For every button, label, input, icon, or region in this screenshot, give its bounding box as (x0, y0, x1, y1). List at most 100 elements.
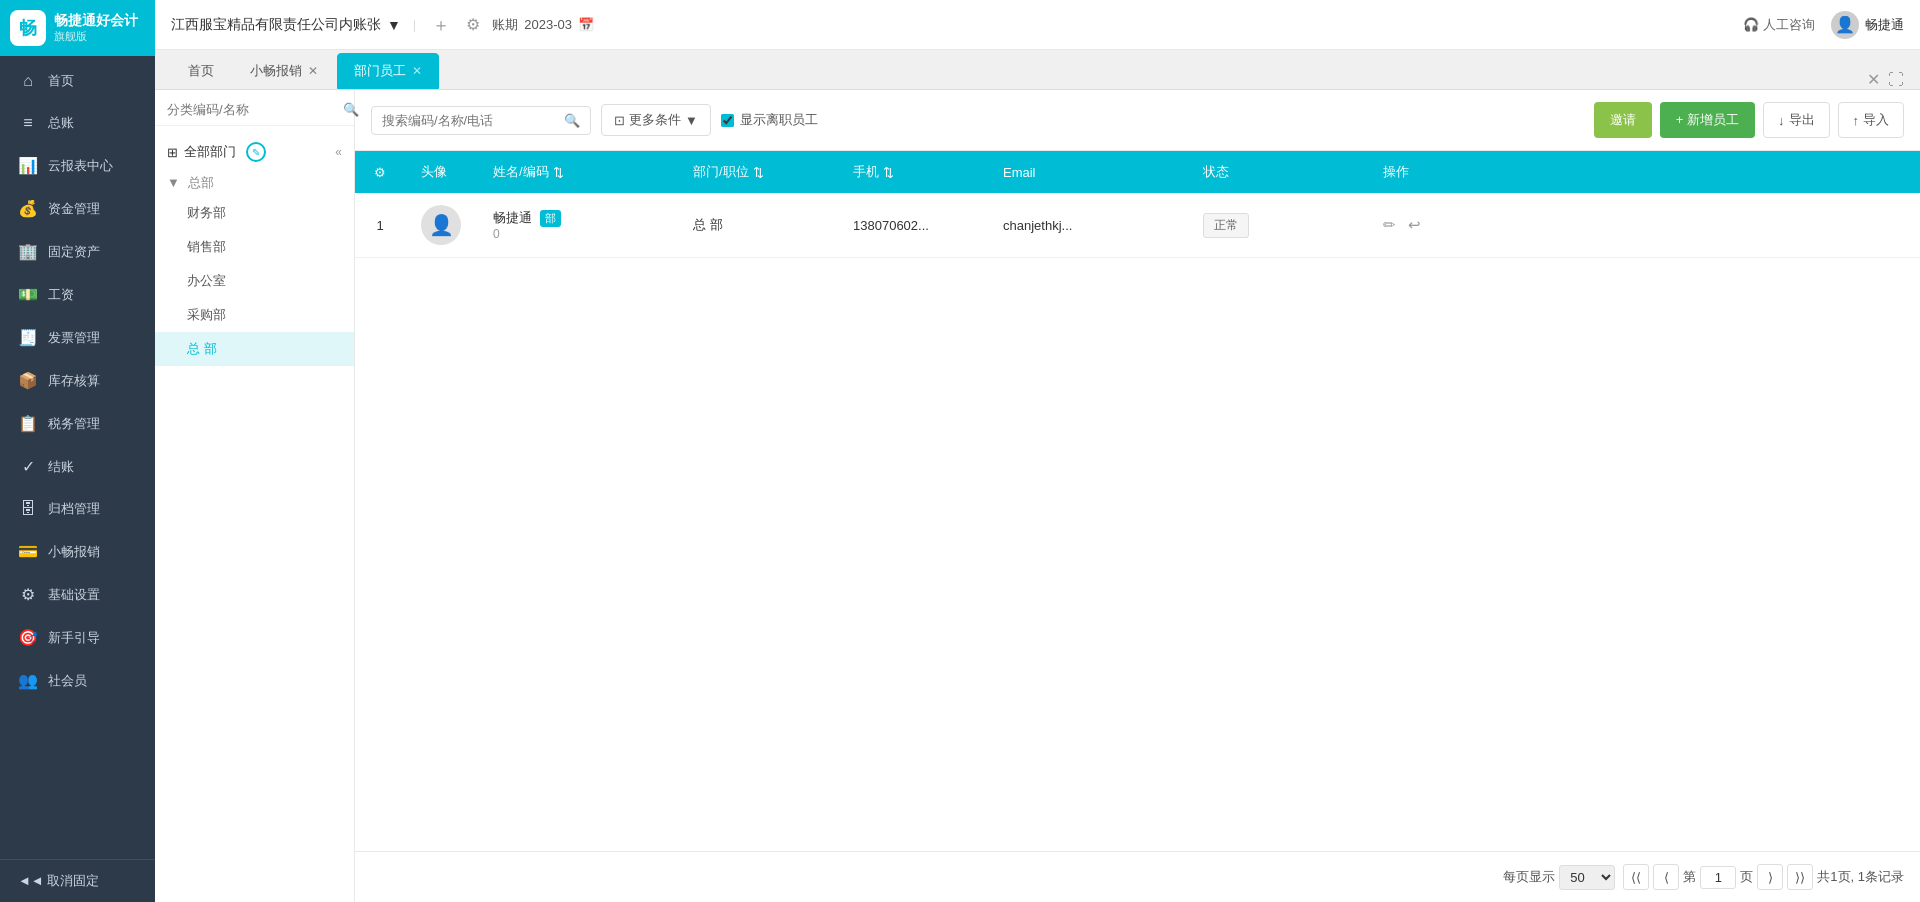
company-selector[interactable]: 江西服宝精品有限责任公司内账张 ▼ (171, 16, 401, 34)
row-status-cell: 正常 (1187, 193, 1367, 258)
edit-button[interactable]: ✏ (1383, 216, 1396, 233)
first-page-button[interactable]: ⟨⟨ (1623, 864, 1649, 890)
sidebar-item-funds[interactable]: 💰 资金管理 (0, 187, 155, 230)
grid-icon: ⊞ (167, 145, 178, 160)
tab-expense-close[interactable]: ✕ (308, 64, 318, 78)
tab-dept-emp-close[interactable]: ✕ (412, 64, 422, 78)
th-phone[interactable]: 手机 ⇅ (837, 151, 987, 193)
tab-dept-emp-label: 部门员工 (354, 62, 406, 80)
edit-badge[interactable]: ✎ (246, 142, 266, 162)
row-avatar-cell: 👤 (405, 193, 477, 258)
user-menu[interactable]: 👤 畅捷通 (1831, 11, 1904, 39)
invoice-icon: 🧾 (18, 328, 38, 347)
last-page-button[interactable]: ⟩⟩ (1787, 864, 1813, 890)
per-page-select[interactable]: 50 10 20 100 (1559, 865, 1615, 890)
period-display: 账期 2023-03 📅 (492, 16, 594, 34)
sidebar-item-tax[interactable]: 📋 税务管理 (0, 402, 155, 445)
sidebar-unpin-label: ◄◄ 取消固定 (18, 872, 99, 890)
sidebar-item-label: 小畅报销 (48, 543, 100, 561)
settings-icon: ⚙ (18, 585, 38, 604)
all-dept-item[interactable]: ⊞ 全部部门 ✎ « (155, 134, 354, 170)
company-name: 江西服宝精品有限责任公司内账张 (171, 16, 381, 34)
dept-item-purchase[interactable]: 采购部 (155, 298, 354, 332)
per-page-selector: 每页显示 50 10 20 100 (1503, 865, 1615, 890)
toolbar-right: 邀请 + 新增员工 ↓ 导出 ↑ 导入 (1594, 102, 1904, 138)
th-phone-label: 手机 (853, 163, 879, 181)
export-label: 导出 (1789, 111, 1815, 129)
gear-icon: ⚙ (374, 165, 386, 180)
delete-button[interactable]: ↩ (1408, 216, 1421, 233)
tab-dept-emp[interactable]: 部门员工 ✕ (337, 53, 439, 89)
expand-icon[interactable]: ▼ (167, 175, 180, 190)
import-icon: ↑ (1853, 113, 1860, 128)
dept-item-finance[interactable]: 财务部 (155, 196, 354, 230)
archive-icon: 🗄 (18, 500, 38, 518)
sidebar-item-reports[interactable]: 📊 云报表中心 (0, 144, 155, 187)
row-action-cell: ✏ ↩ (1367, 193, 1920, 258)
dept-search-input[interactable] (167, 102, 335, 117)
tab-expand-icon[interactable]: ⛶ (1888, 71, 1904, 89)
th-status: 状态 (1187, 151, 1367, 193)
dept-item-sales[interactable]: 销售部 (155, 230, 354, 264)
tab-expense[interactable]: 小畅报销 ✕ (233, 53, 335, 89)
sidebar-item-label: 归档管理 (48, 500, 100, 518)
sort-name-icon: ⇅ (553, 165, 564, 180)
employee-search-input[interactable] (382, 113, 558, 128)
th-gear[interactable]: ⚙ (355, 151, 405, 193)
collapse-icon[interactable]: « (335, 145, 342, 159)
support-button[interactable]: 🎧 人工咨询 (1743, 16, 1815, 34)
export-icon: ↓ (1778, 113, 1785, 128)
th-action: 操作 (1367, 151, 1920, 193)
company-dropdown-icon: ▼ (387, 17, 401, 33)
sidebar-item-member[interactable]: 👥 社会员 (0, 659, 155, 702)
sidebar-item-guide[interactable]: 🎯 新手引导 (0, 616, 155, 659)
th-status-label: 状态 (1203, 164, 1229, 179)
sidebar-item-label: 税务管理 (48, 415, 100, 433)
sidebar-item-expense[interactable]: 💳 小畅报销 (0, 530, 155, 573)
add-company-button[interactable]: ＋ (428, 13, 454, 37)
sort-phone-icon: ⇅ (883, 165, 894, 180)
sidebar-item-assets[interactable]: 🏢 固定资产 (0, 230, 155, 273)
dept-item-general[interactable]: 总 部 (155, 332, 354, 366)
dept-finance-label: 财务部 (187, 205, 226, 220)
invite-button[interactable]: 邀请 (1594, 102, 1652, 138)
sidebar-item-salary[interactable]: 💵 工资 (0, 273, 155, 316)
sidebar-item-inventory[interactable]: 📦 库存核算 (0, 359, 155, 402)
next-page-button[interactable]: ⟩ (1757, 864, 1783, 890)
sidebar-item-home[interactable]: ⌂ 首页 (0, 60, 155, 102)
th-name-label: 姓名/编码 (493, 163, 549, 181)
sidebar-item-invoice[interactable]: 🧾 发票管理 (0, 316, 155, 359)
assets-icon: 🏢 (18, 242, 38, 261)
th-dept[interactable]: 部门/职位 ⇅ (677, 151, 837, 193)
sidebar-item-checkout[interactable]: ✓ 结账 (0, 445, 155, 488)
topbar: 江西服宝精品有限责任公司内账张 ▼ | ＋ ⚙ 账期 2023-03 📅 🎧 人… (155, 0, 1920, 50)
dept-item-office[interactable]: 办公室 (155, 264, 354, 298)
import-button[interactable]: ↑ 导入 (1838, 102, 1905, 138)
support-label: 人工咨询 (1763, 16, 1815, 34)
employee-search-icon[interactable]: 🔍 (564, 113, 580, 128)
export-button[interactable]: ↓ 导出 (1763, 102, 1830, 138)
tab-home[interactable]: 首页 (171, 53, 231, 89)
emp-status: 正常 (1203, 213, 1249, 238)
prev-page-button[interactable]: ⟨ (1653, 864, 1679, 890)
add-employee-button[interactable]: + 新增员工 (1660, 102, 1755, 138)
emp-dept: 总 部 (693, 217, 723, 232)
pagination-nav: ⟨⟨ ⟨ 第 页 ⟩ ⟩⟩ 共1页, 1条记录 (1623, 864, 1904, 890)
tab-close-all-icon[interactable]: ✕ (1867, 70, 1880, 89)
sidebar-item-archive[interactable]: 🗄 归档管理 (0, 488, 155, 530)
employee-toolbar: 🔍 ⊡ 更多条件 ▼ 显示离职员工 邀请 + 新增员工 ↓ 导出 (355, 90, 1920, 151)
sidebar-item-settings[interactable]: ⚙ 基础设置 (0, 573, 155, 616)
sidebar-item-label: 云报表中心 (48, 157, 113, 175)
import-label: 导入 (1863, 111, 1889, 129)
sidebar-unpin-button[interactable]: ◄◄ 取消固定 (0, 859, 155, 902)
page-input[interactable] (1700, 866, 1736, 889)
topbar-settings-icon[interactable]: ⚙ (466, 15, 480, 34)
sidebar-item-label: 首页 (48, 72, 74, 90)
show-resigned-checkbox[interactable]: 显示离职员工 (721, 111, 818, 129)
sidebar-item-ledger[interactable]: ≡ 总账 (0, 102, 155, 144)
calendar-icon[interactable]: 📅 (578, 17, 594, 32)
th-name[interactable]: 姓名/编码 ⇅ (477, 151, 677, 193)
row-email-cell: chanjethkj... (987, 193, 1187, 258)
show-resigned-input[interactable] (721, 114, 734, 127)
filter-button[interactable]: ⊡ 更多条件 ▼ (601, 104, 711, 136)
